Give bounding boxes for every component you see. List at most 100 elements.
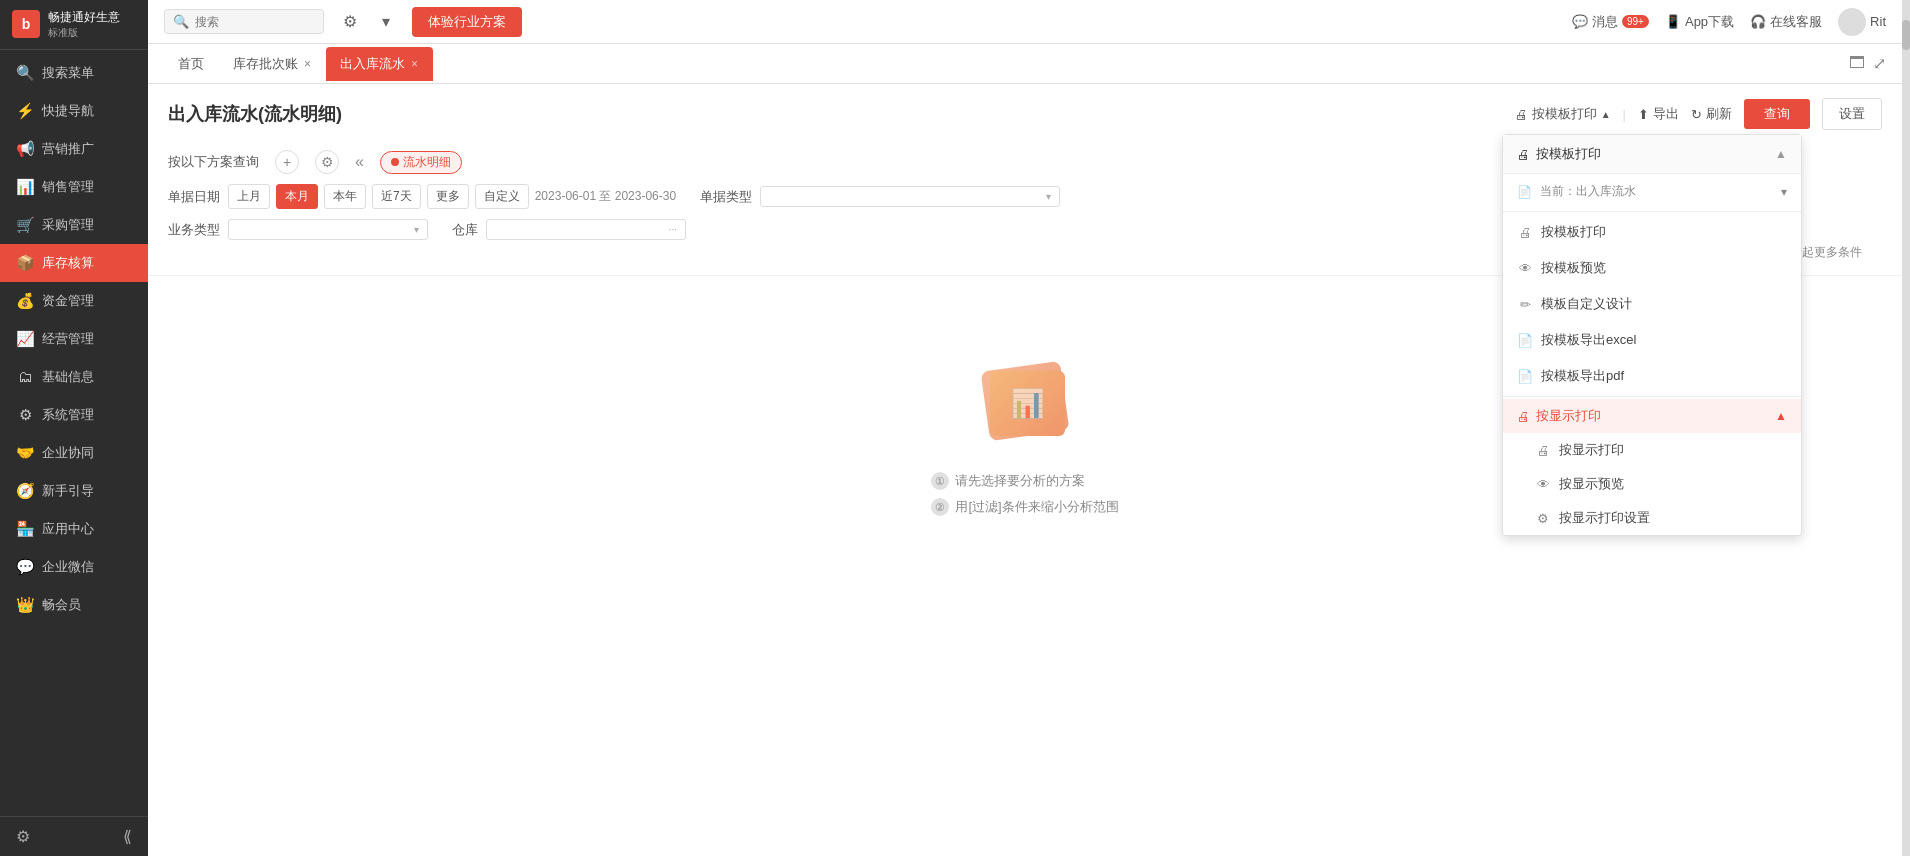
printer-icon: 🖨 xyxy=(1517,147,1530,162)
tip-num-2: ② xyxy=(931,498,949,516)
preview-icon: 👁 xyxy=(1535,476,1551,492)
sidebar-item-member[interactable]: 👑 畅会员 xyxy=(0,586,148,624)
dropdown-header-arrow[interactable]: ▲ xyxy=(1775,147,1787,161)
money-icon: 💰 xyxy=(16,292,34,310)
section-printer-icon: 🖨 xyxy=(1517,409,1530,424)
dropdown-section-header[interactable]: 🖨 按显示打印 ▲ xyxy=(1503,399,1801,433)
app-logo: b xyxy=(12,10,40,38)
date-btn-7-days[interactable]: 近7天 xyxy=(372,184,421,209)
sidebar-item-marketing[interactable]: 📢 营销推广 xyxy=(0,130,148,168)
dropdown-item-display-print-settings[interactable]: ⚙ 按显示打印设置 xyxy=(1503,501,1801,535)
sidebar-item-system[interactable]: ⚙ 系统管理 xyxy=(0,396,148,434)
dropdown-item-template-export-excel[interactable]: 📄 按模板导出excel xyxy=(1503,322,1801,358)
date-btn-current-month[interactable]: 本月 xyxy=(276,184,318,209)
template-print-dropdown: 🖨 按模板打印 ▲ 📄 当前：出入库流水 ▾ xyxy=(1502,134,1802,536)
restore-window-btn[interactable]: 🗖 xyxy=(1849,54,1865,73)
trial-button[interactable]: 体验行业方案 xyxy=(412,7,522,37)
expand-window-btn[interactable]: ⤢ xyxy=(1873,54,1886,73)
sidebar-item-wechat[interactable]: 💬 企业微信 xyxy=(0,548,148,586)
warehouse-more-icon: ··· xyxy=(669,224,677,235)
settings-icon-btn[interactable]: ⚙ xyxy=(336,8,364,36)
current-icon: 📄 xyxy=(1517,185,1532,199)
app-download-btn[interactable]: 📱 App下载 xyxy=(1665,13,1734,31)
filter-add-btn[interactable]: + xyxy=(275,150,299,174)
settings-small-icon: ⚙ xyxy=(1535,510,1551,526)
search-input[interactable] xyxy=(195,15,295,29)
query-btn[interactable]: 查询 xyxy=(1744,99,1810,129)
dropdown-item-template-print[interactable]: 🖨 按模板打印 xyxy=(1503,214,1801,250)
sidebar-item-search[interactable]: 🔍 搜索菜单 xyxy=(0,54,148,92)
section-title: 🖨 按显示打印 xyxy=(1517,407,1601,425)
close-inventory-batch-btn[interactable]: × xyxy=(304,57,311,71)
dropdown-title: 🖨 按模板打印 xyxy=(1517,145,1601,163)
sidebar-item-basic[interactable]: 🗂 基础信息 xyxy=(0,358,148,396)
voucher-type-label: 单据类型 xyxy=(700,188,752,206)
sidebar-item-finance[interactable]: 💰 资金管理 xyxy=(0,282,148,320)
date-btn-current-year[interactable]: 本年 xyxy=(324,184,366,209)
topbar-search-box[interactable]: 🔍 xyxy=(164,9,324,34)
dropdown-item-template-custom[interactable]: ✏ 模板自定义设计 xyxy=(1503,286,1801,322)
page-content: 出入库流水(流水明细) 🖨 按模板打印 ▲ | ⬆ 导出 xyxy=(148,84,1902,856)
sidebar-item-purchase[interactable]: 🛒 采购管理 xyxy=(0,206,148,244)
megaphone-icon: 📢 xyxy=(16,140,34,158)
wechat-icon: 💬 xyxy=(16,558,34,576)
sidebar-collapse-btn[interactable]: ⟪ xyxy=(123,827,132,846)
gear-icon: ⚙ xyxy=(16,406,34,424)
date-btn-last-month[interactable]: 上月 xyxy=(228,184,270,209)
shuijiao-tag[interactable]: 流水明细 xyxy=(380,151,462,174)
tab-home[interactable]: 首页 xyxy=(164,47,219,81)
dropdown-item-display-print[interactable]: 🖨 按显示打印 xyxy=(1503,433,1801,467)
user-menu-btn[interactable]: Rit xyxy=(1838,8,1886,36)
tab-inventory-batch[interactable]: 库存批次账 × xyxy=(219,47,326,81)
dropdown-item-display-preview[interactable]: 👁 按显示预览 xyxy=(1503,467,1801,501)
dropdown-item-template-preview[interactable]: 👁 按模板预览 xyxy=(1503,250,1801,286)
message-icon: 💬 xyxy=(1572,14,1588,29)
sidebar-footer: ⚙ ⟪ xyxy=(0,816,148,856)
refresh-icon: ↻ xyxy=(1691,107,1702,122)
sidebar-item-collab[interactable]: 🤝 企业协同 xyxy=(0,434,148,472)
setup-btn[interactable]: 设置 xyxy=(1822,98,1882,130)
scroll-indicator[interactable] xyxy=(1902,0,1910,856)
message-btn[interactable]: 💬 消息 99+ xyxy=(1572,13,1649,31)
business-type-filter-group: 业务类型 ▾ xyxy=(168,219,428,240)
eye-icon: 👁 xyxy=(1517,260,1533,276)
tabs-bar: 首页 库存批次账 × 出入库流水 × 🗖 ⤢ xyxy=(148,44,1902,84)
sidebar-item-app-center[interactable]: 🏪 应用中心 xyxy=(0,510,148,548)
search-icon: 🔍 xyxy=(16,64,34,82)
user-avatar xyxy=(1838,8,1866,36)
dropdown-item-template-export-pdf[interactable]: 📄 按模板导出pdf xyxy=(1503,358,1801,394)
main-content: 🔍 ⚙ ▾ 体验行业方案 💬 消息 99+ 📱 App下载 🎧 xyxy=(148,0,1902,856)
date-btn-custom[interactable]: 自定义 xyxy=(475,184,529,209)
shuijiao-text: 流水明细 xyxy=(403,154,451,171)
date-btn-more[interactable]: 更多 xyxy=(427,184,469,209)
sidebar-item-inventory[interactable]: 📦 库存核算 xyxy=(0,244,148,282)
dropdown-header: 🖨 按模板打印 ▲ xyxy=(1503,135,1801,174)
online-service-btn[interactable]: 🎧 在线客服 xyxy=(1750,13,1822,31)
warehouse-select[interactable]: ··· xyxy=(486,219,686,240)
pdf-icon: 📄 xyxy=(1517,368,1533,384)
app-title: 畅捷通好生意 标准版 xyxy=(48,10,120,39)
refresh-btn[interactable]: ↻ 刷新 xyxy=(1691,105,1732,123)
template-print-btn[interactable]: 🖨 按模板打印 ▲ xyxy=(1515,105,1611,123)
filter-settings-btn[interactable]: ⚙ xyxy=(315,150,339,174)
sidebar-item-operations[interactable]: 📈 经营管理 xyxy=(0,320,148,358)
lightning-icon: ⚡ xyxy=(16,102,34,120)
voucher-type-select[interactable]: ▾ xyxy=(760,186,1060,207)
shuijiao-dot xyxy=(391,158,399,166)
export-btn[interactable]: ⬆ 导出 xyxy=(1638,105,1679,123)
sidebar-item-guide[interactable]: 🧭 新手引导 xyxy=(0,472,148,510)
crown-icon: 👑 xyxy=(16,596,34,614)
dropdown-scroll: 🖨 按模板打印 ▲ 📄 当前：出入库流水 ▾ xyxy=(1503,135,1801,535)
business-type-select[interactable]: ▾ xyxy=(228,219,428,240)
business-type-label: 业务类型 xyxy=(168,221,220,239)
sidebar-settings-btn[interactable]: ⚙ xyxy=(16,827,30,846)
sidebar-item-sales[interactable]: 📊 销售管理 xyxy=(0,168,148,206)
close-inventory-flow-btn[interactable]: × xyxy=(411,57,418,71)
filter-collapse-btn[interactable]: « xyxy=(355,153,364,171)
sidebar-item-quick-nav[interactable]: ⚡ 快捷导航 xyxy=(0,92,148,130)
trending-icon: 📈 xyxy=(16,330,34,348)
printer-small-icon: 🖨 xyxy=(1517,224,1533,240)
date-filter-group: 单据日期 上月 本月 本年 近7天 更多 自定义 2023-06-01 至 20… xyxy=(168,184,676,209)
chevron-down-icon[interactable]: ▾ xyxy=(372,8,400,36)
tab-inventory-flow[interactable]: 出入库流水 × xyxy=(326,47,433,81)
